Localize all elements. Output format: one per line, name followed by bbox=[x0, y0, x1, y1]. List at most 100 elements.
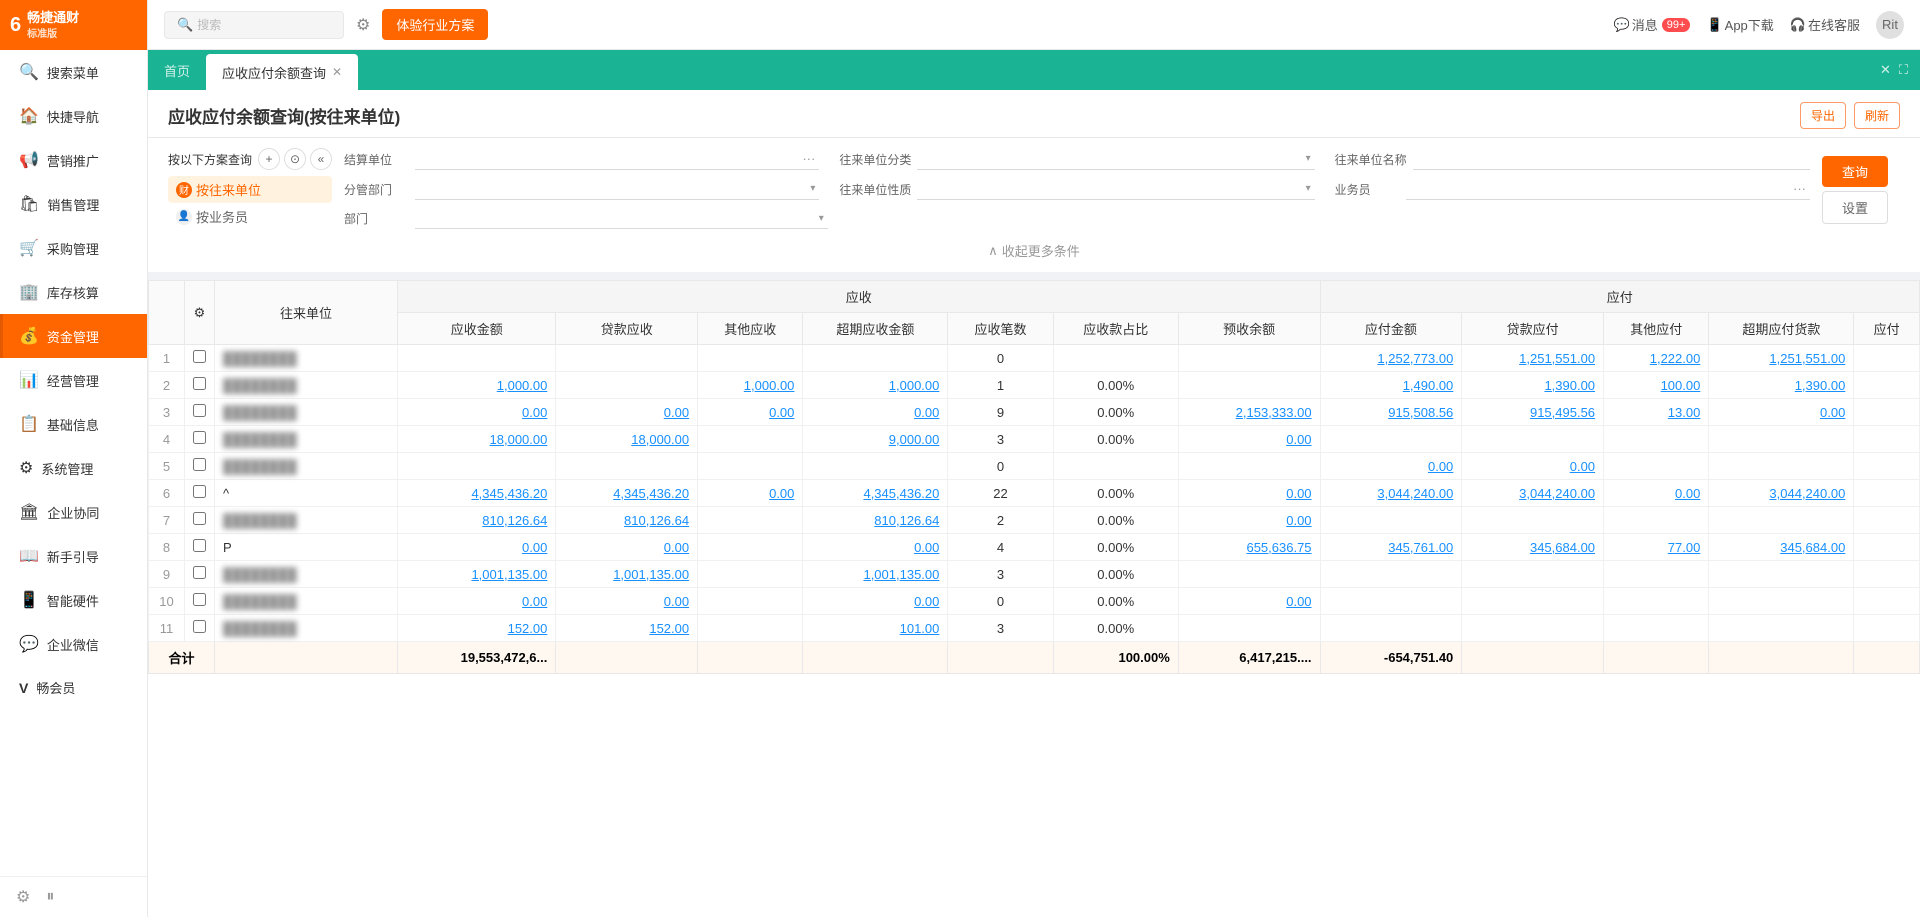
amount-link[interactable]: 0.00 bbox=[914, 594, 939, 609]
chevron-down-icon-2[interactable]: ▾ bbox=[810, 183, 815, 194]
amount-link[interactable]: 1,251,551.00 bbox=[1769, 351, 1845, 366]
add-filter-btn[interactable]: + bbox=[258, 148, 280, 170]
sidebar-item-enterprise[interactable]: 🏛 企业协同 bbox=[0, 490, 147, 534]
cell-checkbox[interactable] bbox=[185, 453, 215, 480]
partner-category-input[interactable] bbox=[921, 152, 1305, 166]
row-checkbox[interactable] bbox=[193, 350, 206, 363]
settings-filter-btn[interactable]: ⊙ bbox=[284, 148, 306, 170]
salesman-input-wrap[interactable]: ··· bbox=[1406, 178, 1810, 200]
amount-link[interactable]: 655,636.75 bbox=[1246, 540, 1311, 555]
gear-icon[interactable]: ⚙ bbox=[356, 15, 370, 35]
sidebar-item-business[interactable]: 📊 经营管理 bbox=[0, 358, 147, 402]
amount-link[interactable]: 345,684.00 bbox=[1780, 540, 1845, 555]
amount-link[interactable]: 1,222.00 bbox=[1650, 351, 1701, 366]
query-button[interactable]: 查询 bbox=[1822, 156, 1888, 187]
sidebar-item-search[interactable]: 🔍 搜索菜单 bbox=[0, 50, 147, 94]
cell-checkbox[interactable] bbox=[185, 372, 215, 399]
amount-link[interactable]: 0.00 bbox=[1428, 459, 1453, 474]
dept2-input-wrap[interactable]: ▾ bbox=[415, 208, 828, 229]
sidebar-item-fund[interactable]: 💰 资金管理 bbox=[0, 314, 147, 358]
amount-link[interactable]: 0.00 bbox=[522, 594, 547, 609]
row-checkbox[interactable] bbox=[193, 404, 206, 417]
settlement-unit-input[interactable] bbox=[419, 152, 802, 166]
export-button[interactable]: 导出 bbox=[1800, 102, 1846, 129]
row-checkbox[interactable] bbox=[193, 431, 206, 444]
sidebar-item-quicknav[interactable]: 🏠 快捷导航 bbox=[0, 94, 147, 138]
settlement-unit-input-wrap[interactable]: ··· bbox=[415, 148, 819, 170]
amount-link[interactable]: 9,000.00 bbox=[889, 432, 940, 447]
cell-checkbox[interactable] bbox=[185, 345, 215, 372]
amount-link[interactable]: 0.00 bbox=[664, 540, 689, 555]
row-checkbox[interactable] bbox=[193, 377, 206, 390]
amount-link[interactable]: 0.00 bbox=[664, 405, 689, 420]
amount-link[interactable]: 4,345,436.20 bbox=[471, 486, 547, 501]
cell-checkbox[interactable] bbox=[185, 615, 215, 642]
amount-link[interactable]: 0.00 bbox=[1286, 513, 1311, 528]
amount-link[interactable]: 1,251,551.00 bbox=[1519, 351, 1595, 366]
amount-link[interactable]: 345,761.00 bbox=[1388, 540, 1453, 555]
amount-link[interactable]: 0.00 bbox=[1820, 405, 1845, 420]
sidebar-item-system[interactable]: ⚙ 系统管理 bbox=[0, 446, 147, 490]
row-checkbox[interactable] bbox=[193, 593, 206, 606]
cell-checkbox[interactable] bbox=[185, 588, 215, 615]
amount-link[interactable]: 1,000.00 bbox=[497, 378, 548, 393]
industry-btn[interactable]: 体验行业方案 bbox=[382, 9, 488, 40]
refresh-button[interactable]: 刷新 bbox=[1854, 102, 1900, 129]
amount-link[interactable]: 0.00 bbox=[1286, 432, 1311, 447]
scheme-by-partner[interactable]: 财 按往来单位 bbox=[168, 176, 332, 203]
amount-link[interactable]: 1,000.00 bbox=[889, 378, 940, 393]
online-service[interactable]: 🎧 在线客服 bbox=[1790, 15, 1860, 34]
amount-link[interactable]: 152.00 bbox=[508, 621, 548, 636]
row-checkbox[interactable] bbox=[193, 485, 206, 498]
amount-link[interactable]: 4,345,436.20 bbox=[863, 486, 939, 501]
collapse-bottom-icon[interactable]: ⏸ bbox=[46, 888, 54, 906]
app-download[interactable]: 📱 App下载 bbox=[1706, 15, 1773, 34]
amount-link[interactable]: 152.00 bbox=[649, 621, 689, 636]
sidebar-item-smart[interactable]: 📱 智能硬件 bbox=[0, 578, 147, 622]
amount-link[interactable]: 0.00 bbox=[914, 405, 939, 420]
dept-input[interactable] bbox=[419, 182, 810, 196]
cell-checkbox[interactable] bbox=[185, 480, 215, 507]
scheme-by-salesman[interactable]: 👤 按业务员 bbox=[168, 203, 332, 230]
partner-name-input[interactable] bbox=[1413, 149, 1810, 170]
settings-bottom-icon[interactable]: ⚙ bbox=[16, 887, 30, 907]
amount-link[interactable]: 0.00 bbox=[522, 405, 547, 420]
sidebar-item-sales[interactable]: 🛍 销售管理 bbox=[0, 182, 147, 226]
collapse-filter-btn[interactable]: « bbox=[310, 148, 332, 170]
message-area[interactable]: 💬 消息 99+ bbox=[1614, 15, 1691, 34]
amount-link[interactable]: 18,000.00 bbox=[490, 432, 548, 447]
dept2-input[interactable] bbox=[419, 211, 819, 225]
amount-link[interactable]: 915,495.56 bbox=[1530, 405, 1595, 420]
cell-checkbox[interactable] bbox=[185, 399, 215, 426]
amount-link[interactable]: 1,001,135.00 bbox=[863, 567, 939, 582]
amount-link[interactable]: 1,390.00 bbox=[1544, 378, 1595, 393]
amount-link[interactable]: 915,508.56 bbox=[1388, 405, 1453, 420]
amount-link[interactable]: 1,490.00 bbox=[1403, 378, 1454, 393]
amount-link[interactable]: 0.00 bbox=[522, 540, 547, 555]
amount-link[interactable]: 810,126.64 bbox=[482, 513, 547, 528]
amount-link[interactable]: 810,126.64 bbox=[874, 513, 939, 528]
amount-link[interactable]: 18,000.00 bbox=[631, 432, 689, 447]
chevron-down-icon[interactable]: ▾ bbox=[1306, 153, 1311, 164]
sidebar-item-newbie[interactable]: 📖 新手引导 bbox=[0, 534, 147, 578]
tab-close-window-icon[interactable]: ✕ bbox=[1880, 62, 1891, 78]
amount-link[interactable]: 0.00 bbox=[769, 405, 794, 420]
amount-link[interactable]: 0.00 bbox=[1286, 486, 1311, 501]
amount-link[interactable]: 1,001,135.00 bbox=[613, 567, 689, 582]
avatar[interactable]: Rit bbox=[1876, 11, 1904, 39]
amount-link[interactable]: 3,044,240.00 bbox=[1769, 486, 1845, 501]
dept-input-wrap[interactable]: ▾ bbox=[415, 179, 819, 200]
cell-checkbox[interactable] bbox=[185, 534, 215, 561]
amount-link[interactable]: 345,684.00 bbox=[1530, 540, 1595, 555]
amount-link[interactable]: 0.00 bbox=[1570, 459, 1595, 474]
search-box[interactable]: 🔍 搜索 bbox=[164, 11, 344, 39]
amount-link[interactable]: 810,126.64 bbox=[624, 513, 689, 528]
th-settings[interactable]: ⚙ bbox=[185, 281, 215, 345]
chevron-down-icon-4[interactable]: ▾ bbox=[819, 213, 824, 224]
sidebar-item-purchase[interactable]: 🛒 采购管理 bbox=[0, 226, 147, 270]
row-checkbox[interactable] bbox=[193, 539, 206, 552]
tab-receivable[interactable]: 应收应付余额查询 ✕ bbox=[206, 54, 358, 90]
amount-link[interactable]: 3,044,240.00 bbox=[1519, 486, 1595, 501]
tab-close-icon[interactable]: ✕ bbox=[332, 65, 342, 79]
amount-link[interactable]: 101.00 bbox=[900, 621, 940, 636]
